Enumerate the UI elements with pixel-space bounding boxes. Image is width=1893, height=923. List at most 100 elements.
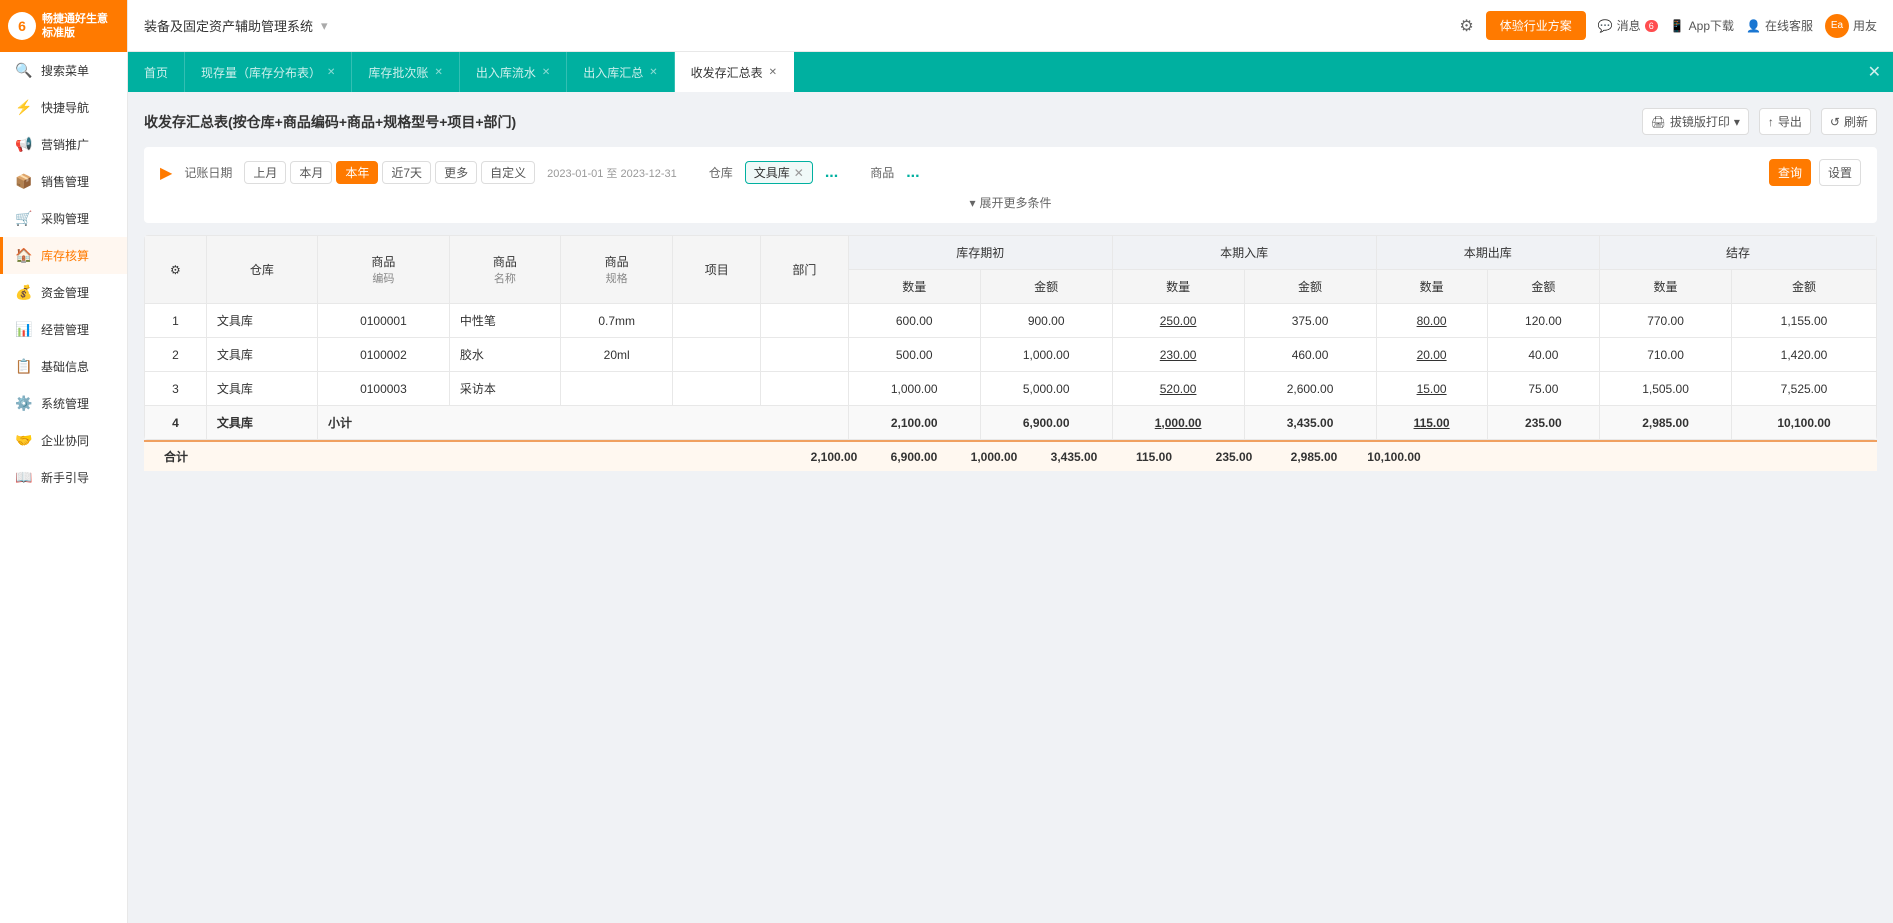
app-download-label: App下载 xyxy=(1689,17,1734,34)
sidebar-item-sales[interactable]: 📦销售管理 xyxy=(0,163,127,200)
sidebar-item-collab[interactable]: 🤝企业协同 xyxy=(0,422,127,459)
sidebar-item-guide[interactable]: 📖新手引导 xyxy=(0,459,127,496)
expand-conditions-button[interactable]: ▾ 展开更多条件 xyxy=(969,194,1051,211)
warehouse-label: 仓库 xyxy=(709,164,733,181)
cell-out-amt: 75.00 xyxy=(1487,372,1599,406)
warehouse-tag-remove[interactable]: ✕ xyxy=(794,166,804,180)
table-row: 1 文具库 0100001 中性笔 0.7mm 600.00 900.00 25… xyxy=(145,304,1877,338)
table-row: 3 文具库 0100003 采访本 1,000.00 5,000.00 520.… xyxy=(145,372,1877,406)
cell-code: 0100001 xyxy=(317,304,449,338)
dropdown-icon: ▾ xyxy=(321,18,328,34)
filter-row: ▶ 记账日期 上月本月本年近7天更多自定义 2023-01-01 至 2023-… xyxy=(160,159,1861,186)
tab-close-batch[interactable]: ✕ xyxy=(434,67,442,78)
cell-out-qty[interactable]: 20.00 xyxy=(1376,338,1487,372)
tab-close-inout-flow[interactable]: ✕ xyxy=(542,67,550,78)
th-settings[interactable]: ⚙ xyxy=(145,236,207,304)
cell-code: 0100002 xyxy=(317,338,449,372)
column-settings-icon[interactable]: ⚙ xyxy=(170,263,181,277)
cell-open-amt: 1,000.00 xyxy=(980,338,1112,372)
goods-more[interactable]: ... xyxy=(906,164,919,182)
cell-out-qty[interactable]: 80.00 xyxy=(1376,304,1487,338)
th-close-amt: 金额 xyxy=(1732,270,1877,304)
date-btn-上月[interactable]: 上月 xyxy=(244,161,286,184)
tab-close-stock-dist[interactable]: ✕ xyxy=(327,67,335,78)
sidebar-item-basic[interactable]: 📋基础信息 xyxy=(0,348,127,385)
cell-warehouse: 文具库 xyxy=(206,338,317,372)
page-header-actions: 🖨 拔镜版打印 ▾ ↑ 导出 ↺ 刷新 xyxy=(1642,108,1877,135)
sidebar-item-quick[interactable]: ⚡快捷导航 xyxy=(0,89,127,126)
collab-icon: 🤝 xyxy=(15,432,33,449)
cell-close-qty: 710.00 xyxy=(1600,338,1732,372)
sales-icon: 📦 xyxy=(15,173,33,190)
message-action[interactable]: 💬 消息 6 xyxy=(1598,17,1658,34)
tab-inout-flow[interactable]: 出入库流水✕ xyxy=(460,52,567,92)
th-in-amt: 金额 xyxy=(1244,270,1376,304)
tab-batch[interactable]: 库存批次账✕ xyxy=(352,52,459,92)
sidebar-label-quick: 快捷导航 xyxy=(41,99,89,116)
filter-expand-icon[interactable]: ▶ xyxy=(160,163,172,183)
date-btn-本年[interactable]: 本年 xyxy=(336,161,378,184)
th-close-qty: 数量 xyxy=(1600,270,1732,304)
purchase-icon: 🛒 xyxy=(15,210,33,227)
experience-button[interactable]: 体验行业方案 xyxy=(1486,11,1586,40)
tab-inout-summary[interactable]: 出入库汇总✕ xyxy=(567,52,674,92)
main-content: 装备及固定资产辅助管理系统 ▾ ⚙ 体验行业方案 💬 消息 6 📱 App下载 … xyxy=(128,0,1893,923)
sidebar-item-finance[interactable]: 💰资金管理 xyxy=(0,274,127,311)
sub-in-amt: 3,435.00 xyxy=(1244,406,1376,440)
th-opening: 库存期初 xyxy=(848,236,1112,270)
operations-icon: 📊 xyxy=(15,321,33,338)
cell-out-amt: 40.00 xyxy=(1487,338,1599,372)
th-goods-spec: 商品规格 xyxy=(560,236,672,304)
tab-close-recv-send[interactable]: ✕ xyxy=(769,67,777,78)
refresh-button[interactable]: ↺ 刷新 xyxy=(1821,108,1877,135)
topbar: 装备及固定资产辅助管理系统 ▾ ⚙ 体验行业方案 💬 消息 6 📱 App下载 … xyxy=(128,0,1893,52)
user-action[interactable]: Ea 用友 xyxy=(1825,14,1877,38)
tab-label-home: 首页 xyxy=(144,64,168,81)
filter-area: ▶ 记账日期 上月本月本年近7天更多自定义 2023-01-01 至 2023-… xyxy=(144,147,1877,223)
cell-in-qty[interactable]: 520.00 xyxy=(1112,372,1244,406)
cell-out-qty[interactable]: 15.00 xyxy=(1376,372,1487,406)
sidebar-item-search[interactable]: 🔍搜索菜单 xyxy=(0,52,127,89)
sidebar-item-marketing[interactable]: 📢营销推广 xyxy=(0,126,127,163)
print-button[interactable]: 🖨 拔镜版打印 ▾ xyxy=(1642,108,1749,135)
cell-name: 中性笔 xyxy=(449,304,560,338)
gear-icon[interactable]: ⚙ xyxy=(1459,16,1473,36)
date-btn-更多[interactable]: 更多 xyxy=(435,161,477,184)
sidebar-label-system: 系统管理 xyxy=(41,395,89,412)
cell-in-amt: 375.00 xyxy=(1244,304,1376,338)
date-btn-近7天[interactable]: 近7天 xyxy=(382,161,431,184)
sidebar-item-inventory[interactable]: 🏠库存核算 xyxy=(0,237,127,274)
dropdown-chevron-icon: ▾ xyxy=(1734,115,1740,129)
date-btn-自定义[interactable]: 自定义 xyxy=(481,161,535,184)
tab-close-all[interactable]: ✕ xyxy=(1856,62,1893,82)
app-download-action[interactable]: 📱 App下载 xyxy=(1670,17,1734,34)
cell-warehouse: 文具库 xyxy=(206,304,317,338)
cell-in-qty[interactable]: 230.00 xyxy=(1112,338,1244,372)
tab-recv-send[interactable]: 收发存汇总表✕ xyxy=(675,52,794,92)
settings-button[interactable]: 设置 xyxy=(1819,159,1861,186)
tab-close-inout-summary[interactable]: ✕ xyxy=(649,67,657,78)
date-btn-本月[interactable]: 本月 xyxy=(290,161,332,184)
tab-stock-dist[interactable]: 现存量（库存分布表）✕ xyxy=(185,52,352,92)
cell-open-qty: 1,000.00 xyxy=(848,372,980,406)
total-v5: 115.00 xyxy=(1114,450,1194,464)
tab-home[interactable]: 首页 xyxy=(128,52,185,92)
warehouse-more[interactable]: ... xyxy=(825,164,838,182)
sidebar-item-operations[interactable]: 📊经营管理 xyxy=(0,311,127,348)
online-service-action[interactable]: 👤 在线客服 xyxy=(1746,17,1813,34)
sidebar-nav: 🔍搜索菜单⚡快捷导航📢营销推广📦销售管理🛒采购管理🏠库存核算💰资金管理📊经营管理… xyxy=(0,52,127,923)
total-v8: 10,100.00 xyxy=(1354,450,1434,464)
filter-expand-row: ▾ 展开更多条件 xyxy=(160,194,1861,211)
table-row-subtotal: 4 文具库 小计 2,100.00 6,900.00 1,000.00 3,43… xyxy=(145,406,1877,440)
sidebar-item-purchase[interactable]: 🛒采购管理 xyxy=(0,200,127,237)
sidebar-item-system[interactable]: ⚙️系统管理 xyxy=(0,385,127,422)
marketing-icon: 📢 xyxy=(15,136,33,153)
export-button[interactable]: ↑ 导出 xyxy=(1759,108,1811,135)
cell-in-qty[interactable]: 250.00 xyxy=(1112,304,1244,338)
data-table-container: ⚙ 仓库 商品编码 商品名称 商品规格 项目 部门 库存期初 本期入库 本期出库… xyxy=(144,235,1877,440)
cell-spec: 0.7mm xyxy=(560,304,672,338)
th-goods-code: 商品编码 xyxy=(317,236,449,304)
query-button[interactable]: 查询 xyxy=(1769,159,1811,186)
sub-open-amt: 6,900.00 xyxy=(980,406,1112,440)
sub-open-qty: 2,100.00 xyxy=(848,406,980,440)
